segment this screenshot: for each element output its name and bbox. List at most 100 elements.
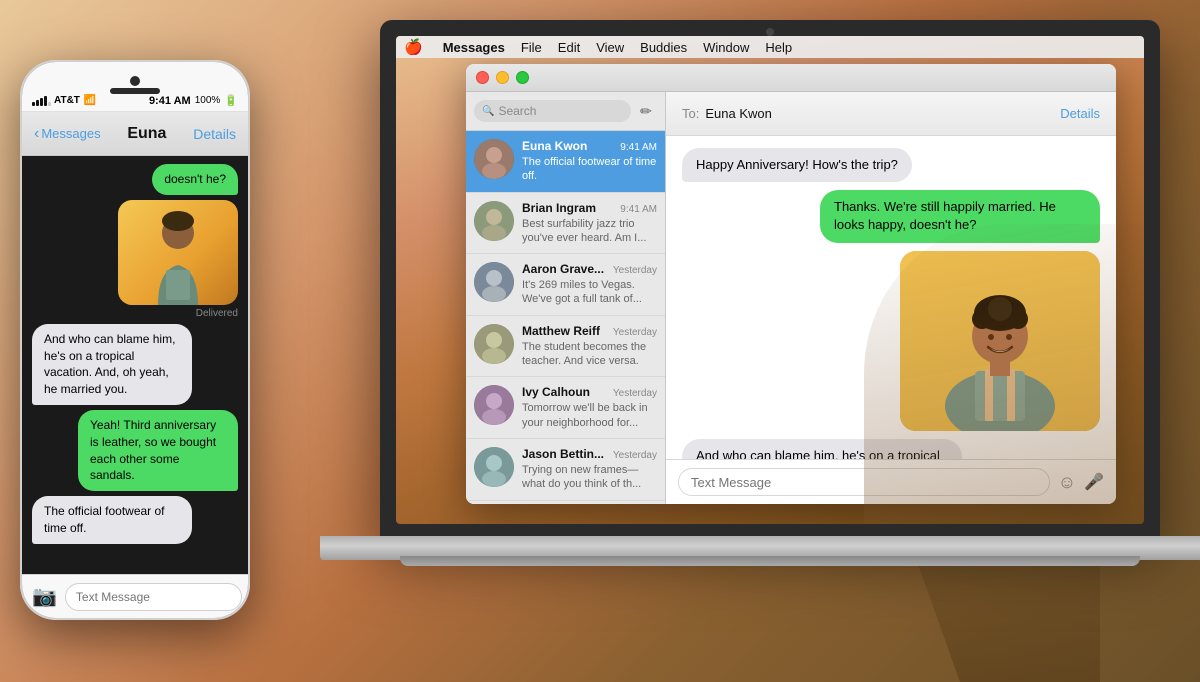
list-item: And who can blame him, he's on a tropica… — [682, 439, 962, 459]
close-button[interactable] — [476, 71, 489, 84]
conv-time-brian: 9:41 AM — [620, 204, 657, 215]
conv-name-matthew: Matthew Reiff — [522, 324, 600, 338]
conversation-item-ivy[interactable]: Ivy Calhoun Yesterday Tomorrow we'll be … — [466, 377, 665, 439]
conv-name-brian: Brian Ingram — [522, 201, 596, 215]
iphone-input-bar: 📷 Send — [22, 574, 248, 618]
list-item: Thanks. We're still happily married. He … — [820, 190, 1100, 242]
messages-window: 🔍 Search ✏ — [466, 64, 1116, 504]
compose-icon: ✏ — [640, 103, 652, 120]
iphone-details-btn[interactable]: Details — [193, 126, 236, 142]
conv-time-jason: Yesterday — [613, 450, 657, 461]
conv-preview-brian: Best surfability jazz trio you've ever h… — [522, 217, 657, 246]
search-bar[interactable]: 🔍 Search — [474, 100, 631, 122]
conversation-item-jason[interactable]: Jason Bettin... Yesterday Trying on new … — [466, 439, 665, 501]
battery-label: 100% — [195, 95, 221, 106]
conversation-item-tyson[interactable]: Tyson Edwar... Yesterday We'll leave the… — [466, 501, 665, 504]
conv-name-ivy: Ivy Calhoun — [522, 385, 590, 399]
avatar-aaron — [474, 262, 514, 302]
file-menu[interactable]: File — [521, 40, 542, 55]
sidebar-search-area: 🔍 Search ✏ — [466, 92, 665, 131]
message-bubble-3: And who can blame him, he's on a tropica… — [682, 439, 962, 459]
iphone-camera — [130, 76, 140, 86]
laptop-camera — [766, 28, 774, 36]
photo-message — [900, 251, 1100, 431]
conv-name-euna: Euna Kwon — [522, 139, 587, 153]
conv-time-euna: 9:41 AM — [620, 142, 657, 153]
iphone-bubble-sent-2: Yeah! Third anniversary is leather, so w… — [78, 410, 238, 491]
conversation-item-aaron[interactable]: Aaron Grave... Yesterday It's 269 miles … — [466, 254, 665, 316]
conv-time-ivy: Yesterday — [613, 388, 657, 399]
message-bubble-2: Thanks. We're still happily married. He … — [820, 190, 1100, 242]
conv-time-matthew: Yesterday — [613, 327, 657, 338]
chat-header: To: Euna Kwon Details — [666, 92, 1116, 136]
conv-name-jason: Jason Bettin... — [522, 447, 604, 461]
maximize-button[interactable] — [516, 71, 529, 84]
list-item: doesn't he? — [152, 164, 238, 195]
details-button[interactable]: Details — [1060, 106, 1100, 121]
iphone-bubble-received-2: The official footwear of time off. — [32, 496, 192, 544]
list-item — [900, 251, 1100, 431]
avatar-jason — [474, 447, 514, 487]
iphone-camera-button[interactable]: 📷 — [32, 584, 57, 609]
app-name-menu: Messages — [443, 40, 505, 55]
chat-messages: Happy Anniversary! How's the trip? Thank… — [666, 136, 1116, 459]
conv-preview-jason: Trying on new frames— what do you think … — [522, 463, 657, 492]
search-icon: 🔍 — [482, 106, 494, 117]
list-item: Yeah! Third anniversary is leather, so w… — [78, 410, 238, 491]
laptop-device: 🍎 Messages File Edit View Buddies Window… — [320, 20, 1200, 670]
chat-contact-name: Euna Kwon — [705, 106, 772, 121]
list-item: And who can blame him, he's on a tropica… — [32, 324, 192, 405]
back-label: Messages — [41, 126, 100, 141]
chat-input-area: ☺ 🎤 — [666, 459, 1116, 504]
iphone-device: AT&T 📶 9:41 AM 100% 🔋 ‹ Messages Euna De… — [20, 60, 250, 620]
emoji-button[interactable]: ☺ — [1058, 472, 1076, 493]
to-label: To: — [682, 106, 699, 121]
iphone-contact-name: Euna — [127, 125, 166, 143]
message-input[interactable] — [678, 468, 1050, 496]
photo-person-svg — [900, 251, 1100, 431]
conv-preview-ivy: Tomorrow we'll be back in your neighborh… — [522, 401, 657, 430]
conv-preview-euna: The official footwear of time off. — [522, 155, 657, 184]
iphone-inner: AT&T 📶 9:41 AM 100% 🔋 ‹ Messages Euna De… — [22, 62, 248, 618]
back-button[interactable]: ‹ Messages — [34, 125, 101, 143]
edit-menu[interactable]: Edit — [558, 40, 580, 55]
avatar-brian — [474, 201, 514, 241]
iphone-bubble-sent-1: doesn't he? — [152, 164, 238, 195]
avatar-euna — [474, 139, 514, 179]
carrier-label: AT&T — [54, 95, 80, 106]
laptop-bezel: 🍎 Messages File Edit View Buddies Window… — [380, 20, 1160, 540]
message-bubble-1: Happy Anniversary! How's the trip? — [682, 148, 912, 182]
battery-icon: 🔋 — [224, 94, 238, 107]
conv-name-aaron: Aaron Grave... — [522, 262, 604, 276]
iphone-bubble-received-1: And who can blame him, he's on a tropica… — [32, 324, 192, 405]
apple-menu-icon[interactable]: 🍎 — [404, 38, 423, 56]
window-titlebar — [466, 64, 1116, 92]
sidebar: 🔍 Search ✏ — [466, 92, 666, 504]
avatar-ivy — [474, 385, 514, 425]
search-placeholder-text: Search — [498, 104, 536, 118]
view-menu[interactable]: View — [596, 40, 624, 55]
compose-button[interactable]: ✏ — [635, 100, 657, 122]
conv-time-aaron: Yesterday — [613, 265, 657, 276]
conversation-item-matthew[interactable]: Matthew Reiff Yesterday The student beco… — [466, 316, 665, 378]
help-menu[interactable]: Help — [765, 40, 792, 55]
minimize-button[interactable] — [496, 71, 509, 84]
window-menu[interactable]: Window — [703, 40, 749, 55]
conversation-item-euna[interactable]: Euna Kwon 9:41 AM The official footwear … — [466, 131, 665, 193]
list-item: The official footwear of time off. — [32, 496, 192, 544]
iphone-navbar: ‹ Messages Euna Details — [22, 112, 248, 156]
microphone-button[interactable]: 🎤 — [1084, 472, 1104, 492]
conv-preview-matthew: The student becomes the teacher. And vic… — [522, 340, 657, 369]
delivered-label: Delivered — [196, 308, 238, 319]
avatar-matthew — [474, 324, 514, 364]
iphone-time: 9:41 AM — [149, 95, 191, 107]
iphone-photo-bubble — [118, 200, 238, 305]
wifi-icon: 📶 — [84, 95, 96, 106]
laptop-foot — [400, 556, 1140, 566]
iphone-text-input[interactable] — [65, 583, 242, 611]
list-item: Happy Anniversary! How's the trip? — [682, 148, 912, 182]
buddies-menu[interactable]: Buddies — [640, 40, 687, 55]
conversation-item-brian[interactable]: Brian Ingram 9:41 AM Best surfability ja… — [466, 193, 665, 255]
chat-panel: To: Euna Kwon Details Happy Anniversary!… — [666, 92, 1116, 504]
menubar: 🍎 Messages File Edit View Buddies Window… — [396, 36, 1144, 58]
